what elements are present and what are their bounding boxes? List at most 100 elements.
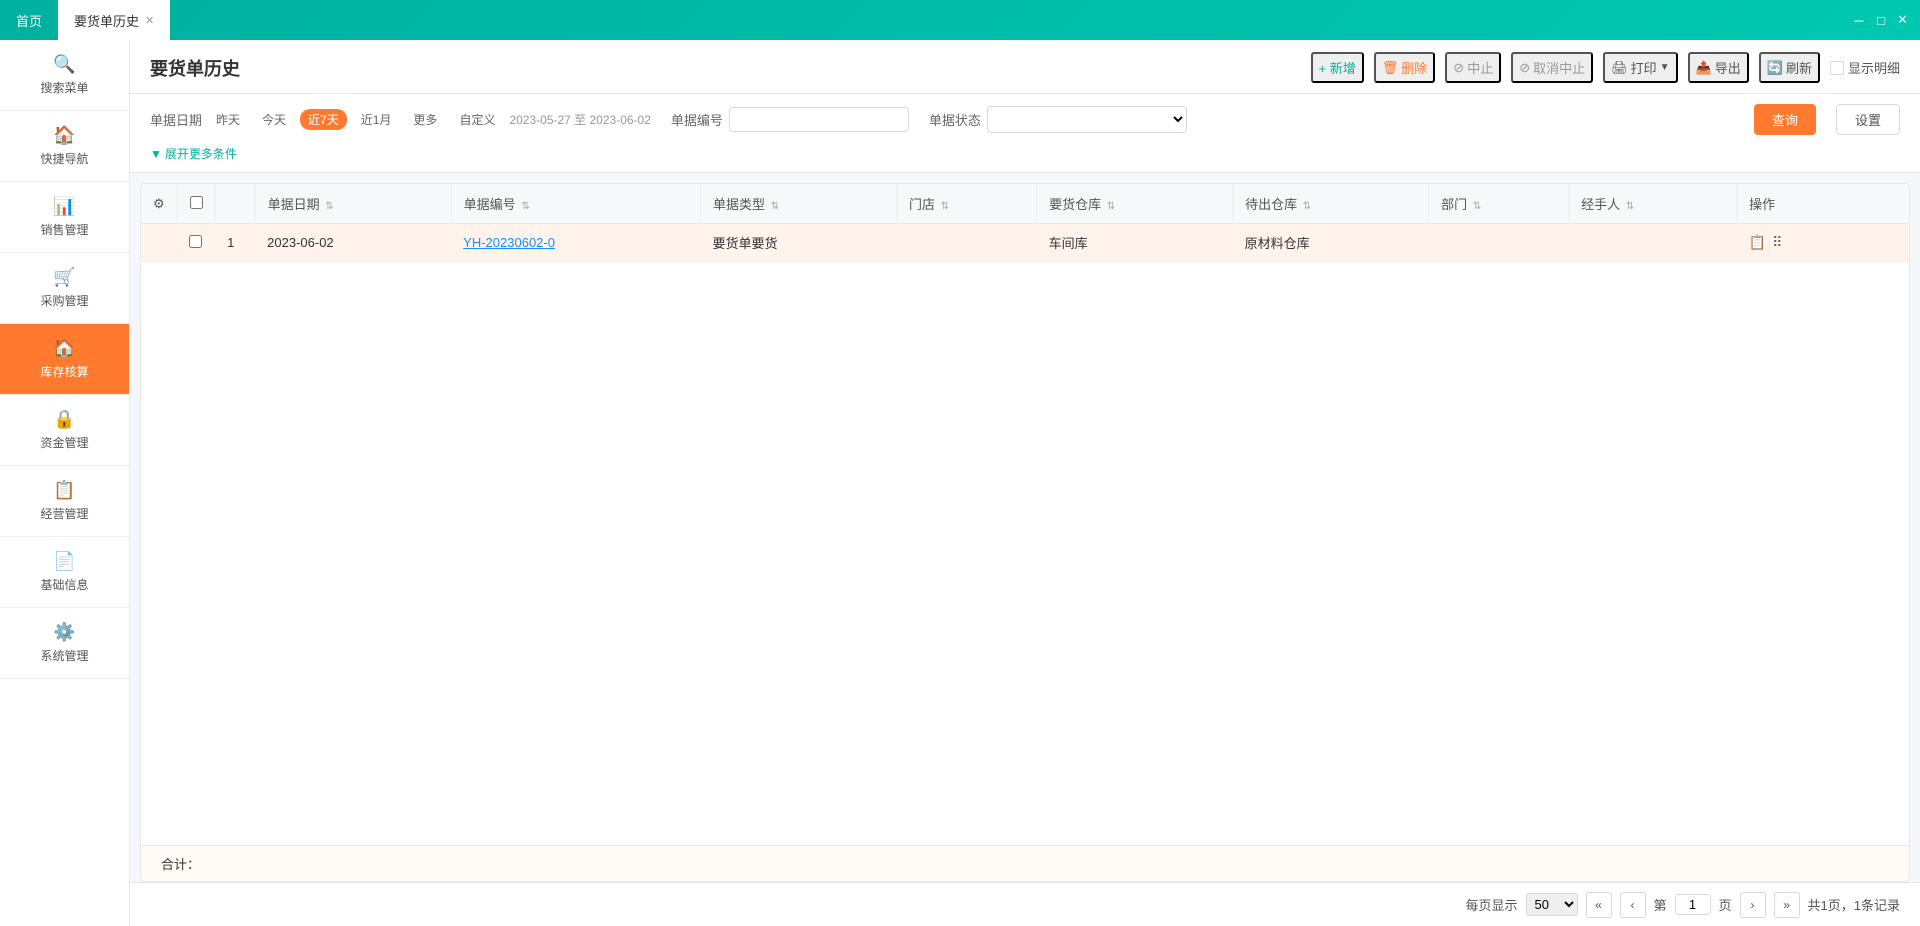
more-action-icon[interactable]: ⠿: [1772, 234, 1782, 251]
table-body: 1 2023-06-02 YH-20230602-0 要货单要货 车间库 原材料…: [141, 224, 1909, 262]
last-page-icon: »: [1783, 898, 1790, 912]
sidebar-item-system[interactable]: ⚙️ 系统管理: [0, 608, 129, 679]
next-page-icon: ›: [1751, 898, 1755, 912]
sidebar-item-purchase[interactable]: 🛒 采购管理: [0, 253, 129, 324]
filter-row-1: 单据日期 昨天 今天 近7天 近1月 更多 自定义 2023-05-27 至 2…: [150, 104, 1900, 135]
tab-home[interactable]: 首页: [0, 0, 58, 40]
query-button[interactable]: 查询: [1754, 104, 1816, 135]
delete-button[interactable]: 🗑 删除: [1374, 52, 1436, 83]
table-area: ⚙ 单据日期 ⇅ 单据编号 ⇅: [140, 183, 1910, 846]
maximize-icon[interactable]: □: [1877, 13, 1885, 28]
row-index-cell: 1: [215, 224, 255, 262]
stop-icon: ⊘: [1453, 60, 1464, 76]
minimize-icon[interactable]: －: [1852, 11, 1865, 30]
page-title: 要货单历史: [150, 55, 240, 81]
cancel-stop-button[interactable]: ⊘ 取消中止: [1511, 52, 1593, 83]
sidebar-item-sales[interactable]: 📊 销售管理: [0, 182, 129, 253]
index-col-header: [215, 184, 255, 224]
row-action-cell: 📋 ⠿: [1737, 224, 1909, 262]
refresh-button[interactable]: 🔄 刷新: [1759, 52, 1820, 83]
stop-button[interactable]: ⊘ 中止: [1445, 52, 1501, 83]
row-checkbox-cell[interactable]: [177, 224, 215, 262]
sidebar-item-quick-nav[interactable]: 🏠 快捷导航: [0, 111, 129, 182]
row-bill-date-cell: 2023-06-02: [255, 224, 451, 262]
pagination-bar: 每页显示 50 10 20 100 « ‹ 第 页 › » 共1页，1条记录: [130, 882, 1920, 926]
date-1month[interactable]: 近1月: [353, 109, 400, 130]
sidebar-item-label-nav: 快捷导航: [40, 150, 88, 167]
pending-warehouse-col-header[interactable]: 待出仓库 ⇅: [1233, 184, 1429, 224]
per-page-select[interactable]: 50 10 20 100: [1526, 893, 1578, 916]
edit-action-icon[interactable]: 📋: [1749, 234, 1766, 251]
table-header-row: ⚙ 单据日期 ⇅ 单据编号 ⇅: [141, 184, 1909, 224]
last-page-button[interactable]: »: [1774, 892, 1800, 918]
sort-pending-warehouse-icon: ⇅: [1303, 201, 1311, 212]
inventory-icon: 🏠: [53, 338, 75, 359]
expand-label: 展开更多条件: [165, 145, 237, 162]
checkbox-col-header[interactable]: [177, 184, 215, 224]
setting-button[interactable]: 设置: [1836, 104, 1900, 135]
toolbar: + 新增 🗑 删除 ⊘ 中止 ⊘ 取消中止 🖨 打: [1311, 52, 1900, 83]
row-handler-cell: [1569, 224, 1737, 262]
row-pending-warehouse-cell: 原材料仓库: [1233, 224, 1429, 262]
next-page-button[interactable]: ›: [1740, 892, 1766, 918]
sidebar-item-label-system: 系统管理: [40, 647, 88, 664]
sidebar-item-label-basic: 基础信息: [40, 576, 88, 593]
date-today[interactable]: 今天: [254, 109, 294, 130]
bill-no-link[interactable]: YH-20230602-0: [463, 235, 555, 250]
date-custom[interactable]: 自定义: [451, 109, 503, 130]
close-window-icon[interactable]: ✕: [1897, 12, 1908, 28]
sidebar-item-finance[interactable]: 🔒 资金管理: [0, 395, 129, 466]
table-footer: 合计：: [140, 846, 1910, 882]
main-layout: 🔍 搜索菜单 🏠 快捷导航 📊 销售管理 🛒 采购管理 🏠 库存核算 🔒 资金管…: [0, 40, 1920, 926]
table-row: 1 2023-06-02 YH-20230602-0 要货单要货 车间库 原材料…: [141, 224, 1909, 262]
sidebar-item-operations[interactable]: 📋 经营管理: [0, 466, 129, 537]
row-dept-cell: [1429, 224, 1569, 262]
finance-icon: 🔒: [53, 409, 75, 430]
date-7days[interactable]: 近7天: [300, 109, 347, 130]
bill-no-col-header[interactable]: 单据编号 ⇅: [451, 184, 700, 224]
dept-col-header[interactable]: 部门 ⇅: [1429, 184, 1569, 224]
handler-col-header[interactable]: 经手人 ⇅: [1569, 184, 1737, 224]
row-req-warehouse-cell: 车间库: [1037, 224, 1233, 262]
display-detail-toggle[interactable]: 显示明细: [1830, 58, 1900, 77]
new-button[interactable]: + 新增: [1311, 52, 1364, 83]
settings-col-header[interactable]: ⚙: [141, 184, 177, 224]
sidebar-item-label-inventory: 库存核算: [40, 363, 88, 380]
display-detail-label: 显示明细: [1848, 58, 1900, 77]
content-area: 要货单历史 + 新增 🗑 删除 ⊘ 中止 ⊘ 取消中止: [130, 40, 1920, 926]
filter-area: 单据日期 昨天 今天 近7天 近1月 更多 自定义 2023-05-27 至 2…: [130, 94, 1920, 173]
row-checkbox[interactable]: [189, 235, 202, 248]
bill-no-label: 单据编号: [671, 110, 723, 129]
tab-requisition-label: 要货单历史: [74, 11, 139, 30]
filter-row-2: ▼ 展开更多条件: [150, 139, 1900, 162]
delete-label: 删除: [1401, 58, 1427, 77]
row-store-cell: [897, 224, 1037, 262]
bill-no-input[interactable]: [729, 107, 909, 132]
page-number-input[interactable]: [1675, 894, 1711, 915]
req-warehouse-col-header[interactable]: 要货仓库 ⇅: [1037, 184, 1233, 224]
bill-type-col-header[interactable]: 单据类型 ⇅: [701, 184, 897, 224]
prev-page-button[interactable]: ‹: [1620, 892, 1646, 918]
first-page-button[interactable]: «: [1586, 892, 1612, 918]
select-all-checkbox[interactable]: [190, 196, 203, 209]
status-select[interactable]: [987, 106, 1187, 133]
display-detail-checkbox[interactable]: [1830, 61, 1844, 75]
date-more[interactable]: 更多: [405, 109, 445, 130]
tab-close-icon[interactable]: ✕: [145, 14, 154, 27]
refresh-icon: 🔄: [1767, 60, 1783, 76]
sales-icon: 📊: [53, 196, 75, 217]
bill-date-col-header[interactable]: 单据日期 ⇅: [255, 184, 451, 224]
tab-requisition-history[interactable]: 要货单历史 ✕: [58, 0, 170, 40]
basic-info-icon: 📄: [53, 551, 75, 572]
print-button[interactable]: 🖨 打印 ▼: [1603, 52, 1677, 83]
sort-bill-date-icon: ⇅: [325, 201, 333, 212]
sidebar-item-search-menu[interactable]: 🔍 搜索菜单: [0, 40, 129, 111]
export-button[interactable]: 📤 导出: [1688, 52, 1749, 83]
export-label: 导出: [1715, 58, 1741, 77]
sidebar-item-inventory[interactable]: 🏠 库存核算: [0, 324, 129, 395]
data-table: ⚙ 单据日期 ⇅ 单据编号 ⇅: [141, 184, 1909, 262]
store-col-header[interactable]: 门店 ⇅: [897, 184, 1037, 224]
sidebar-item-basic-info[interactable]: 📄 基础信息: [0, 537, 129, 608]
date-yesterday[interactable]: 昨天: [208, 109, 248, 130]
expand-filter-button[interactable]: ▼ 展开更多条件: [150, 145, 237, 162]
